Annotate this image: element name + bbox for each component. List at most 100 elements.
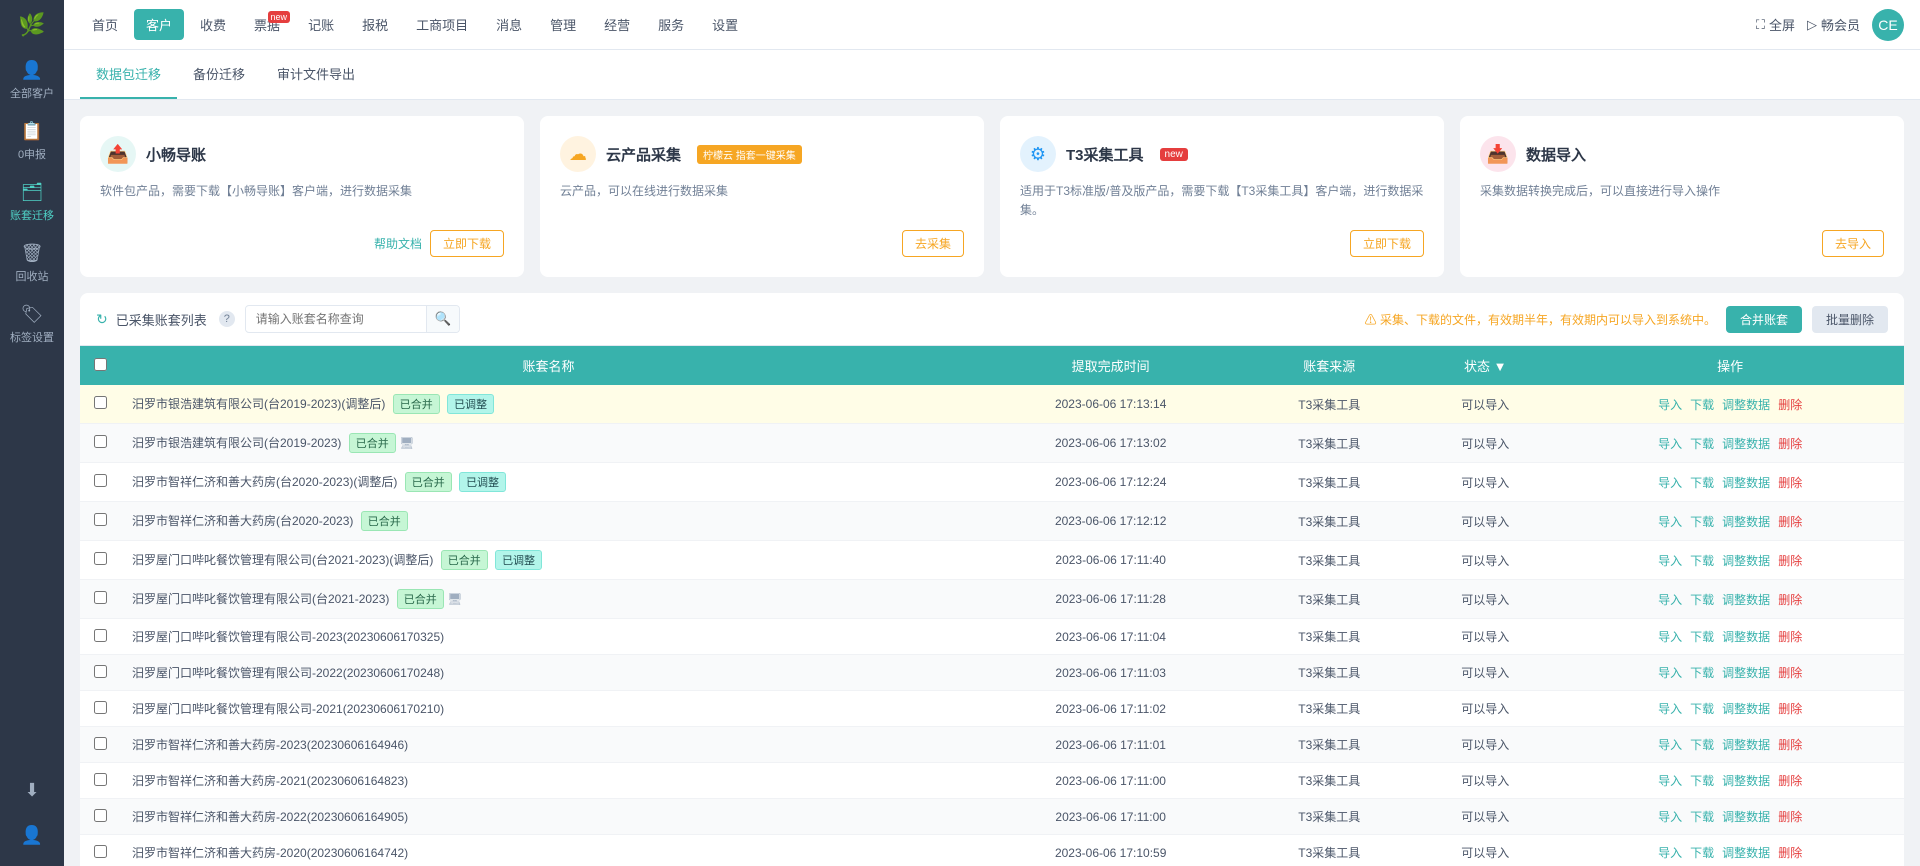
nav-fees[interactable]: 收费 xyxy=(188,9,238,40)
sidebar-item-download[interactable]: ⬇ xyxy=(0,770,64,811)
merge-account-btn[interactable]: 合并账套 xyxy=(1726,306,1802,333)
action-导入[interactable]: 导入 xyxy=(1658,738,1682,752)
action-导入[interactable]: 导入 xyxy=(1658,437,1682,451)
action-删除[interactable]: 删除 xyxy=(1778,846,1802,860)
tab-audit-export[interactable]: 审计文件导出 xyxy=(261,50,371,99)
nav-operation[interactable]: 经营 xyxy=(592,9,642,40)
action-下载[interactable]: 下载 xyxy=(1690,774,1714,788)
row-checkbox[interactable] xyxy=(94,773,107,786)
action-删除[interactable]: 删除 xyxy=(1778,630,1802,644)
nav-home[interactable]: 首页 xyxy=(80,9,130,40)
row-checkbox[interactable] xyxy=(94,845,107,858)
action-导入[interactable]: 导入 xyxy=(1658,630,1682,644)
action-调整数据[interactable]: 调整数据 xyxy=(1722,810,1770,824)
action-下载[interactable]: 下载 xyxy=(1690,437,1714,451)
search-input[interactable] xyxy=(246,307,426,331)
refresh-icon[interactable]: ↻ xyxy=(96,311,108,328)
action-下载[interactable]: 下载 xyxy=(1690,810,1714,824)
sidebar-item-tag-settings[interactable]: 🏷 标签设置 xyxy=(0,294,64,355)
action-导入[interactable]: 导入 xyxy=(1658,515,1682,529)
action-下载[interactable]: 下载 xyxy=(1690,515,1714,529)
fullscreen-button[interactable]: ⛶ 全屏 xyxy=(1756,15,1795,34)
action-调整数据[interactable]: 调整数据 xyxy=(1722,476,1770,490)
xiaochang-help-btn[interactable]: 帮助文档 xyxy=(374,235,422,252)
action-下载[interactable]: 下载 xyxy=(1690,630,1714,644)
action-调整数据[interactable]: 调整数据 xyxy=(1722,846,1770,860)
row-checkbox[interactable] xyxy=(94,809,107,822)
action-下载[interactable]: 下载 xyxy=(1690,554,1714,568)
row-checkbox[interactable] xyxy=(94,552,107,565)
sidebar-item-account-migration[interactable]: 🗂 账套迁移 xyxy=(0,172,64,233)
row-checkbox[interactable] xyxy=(94,591,107,604)
action-调整数据[interactable]: 调整数据 xyxy=(1722,702,1770,716)
nav-settings[interactable]: 设置 xyxy=(700,9,750,40)
nav-accounting[interactable]: 记账 xyxy=(296,9,346,40)
action-删除[interactable]: 删除 xyxy=(1778,476,1802,490)
help-icon[interactable]: ? xyxy=(219,311,235,327)
action-下载[interactable]: 下载 xyxy=(1690,666,1714,680)
row-checkbox[interactable] xyxy=(94,665,107,678)
action-调整数据[interactable]: 调整数据 xyxy=(1722,738,1770,752)
vip-button[interactable]: ▷ 畅会员 xyxy=(1807,15,1860,34)
xiaochang-download-btn[interactable]: 立即下载 xyxy=(430,230,504,257)
nav-invoices[interactable]: 票据 new xyxy=(242,9,292,40)
sidebar-item-all-clients[interactable]: 👤 全部客户 xyxy=(0,50,64,111)
t3-download-btn[interactable]: 立即下载 xyxy=(1350,230,1424,257)
nav-service[interactable]: 服务 xyxy=(646,9,696,40)
action-下载[interactable]: 下载 xyxy=(1690,846,1714,860)
user-avatar[interactable]: CE xyxy=(1872,9,1904,41)
action-删除[interactable]: 删除 xyxy=(1778,515,1802,529)
action-调整数据[interactable]: 调整数据 xyxy=(1722,437,1770,451)
nav-tax[interactable]: 报税 xyxy=(350,9,400,40)
action-调整数据[interactable]: 调整数据 xyxy=(1722,554,1770,568)
row-checkbox[interactable] xyxy=(94,737,107,750)
row-checkbox[interactable] xyxy=(94,513,107,526)
select-all-checkbox[interactable] xyxy=(94,358,107,371)
nav-messages[interactable]: 消息 xyxy=(484,9,534,40)
batch-delete-btn[interactable]: 批量删除 xyxy=(1812,306,1888,333)
action-删除[interactable]: 删除 xyxy=(1778,437,1802,451)
action-调整数据[interactable]: 调整数据 xyxy=(1722,515,1770,529)
row-checkbox[interactable] xyxy=(94,629,107,642)
action-下载[interactable]: 下载 xyxy=(1690,476,1714,490)
action-导入[interactable]: 导入 xyxy=(1658,593,1682,607)
nav-business[interactable]: 工商项目 xyxy=(404,9,480,40)
action-调整数据[interactable]: 调整数据 xyxy=(1722,774,1770,788)
nav-manage[interactable]: 管理 xyxy=(538,9,588,40)
action-删除[interactable]: 删除 xyxy=(1778,554,1802,568)
tab-data-migration[interactable]: 数据包迁移 xyxy=(80,50,177,99)
action-删除[interactable]: 删除 xyxy=(1778,398,1802,412)
action-删除[interactable]: 删除 xyxy=(1778,593,1802,607)
action-调整数据[interactable]: 调整数据 xyxy=(1722,666,1770,680)
tab-backup-migration[interactable]: 备份迁移 xyxy=(177,50,261,99)
sidebar-item-user-profile[interactable]: 👤 xyxy=(0,815,64,856)
action-导入[interactable]: 导入 xyxy=(1658,702,1682,716)
action-下载[interactable]: 下载 xyxy=(1690,738,1714,752)
action-下载[interactable]: 下载 xyxy=(1690,593,1714,607)
action-调整数据[interactable]: 调整数据 xyxy=(1722,630,1770,644)
action-下载[interactable]: 下载 xyxy=(1690,398,1714,412)
action-导入[interactable]: 导入 xyxy=(1658,554,1682,568)
action-删除[interactable]: 删除 xyxy=(1778,774,1802,788)
action-删除[interactable]: 删除 xyxy=(1778,738,1802,752)
action-调整数据[interactable]: 调整数据 xyxy=(1722,398,1770,412)
cloud-collect-btn[interactable]: 去采集 xyxy=(902,230,964,257)
action-删除[interactable]: 删除 xyxy=(1778,666,1802,680)
action-调整数据[interactable]: 调整数据 xyxy=(1722,593,1770,607)
sidebar-item-recycle[interactable]: 🗑 回收站 xyxy=(0,233,64,294)
import-go-btn[interactable]: 去导入 xyxy=(1822,230,1884,257)
action-导入[interactable]: 导入 xyxy=(1658,398,1682,412)
action-导入[interactable]: 导入 xyxy=(1658,774,1682,788)
row-checkbox[interactable] xyxy=(94,701,107,714)
action-下载[interactable]: 下载 xyxy=(1690,702,1714,716)
action-导入[interactable]: 导入 xyxy=(1658,810,1682,824)
row-checkbox[interactable] xyxy=(94,474,107,487)
action-导入[interactable]: 导入 xyxy=(1658,846,1682,860)
row-checkbox[interactable] xyxy=(94,435,107,448)
search-button[interactable]: 🔍 xyxy=(426,306,460,332)
row-checkbox[interactable] xyxy=(94,396,107,409)
sidebar-item-declaration[interactable]: 📋 0申报 xyxy=(0,111,64,172)
action-导入[interactable]: 导入 xyxy=(1658,476,1682,490)
nav-clients[interactable]: 客户 xyxy=(134,9,184,40)
action-删除[interactable]: 删除 xyxy=(1778,702,1802,716)
